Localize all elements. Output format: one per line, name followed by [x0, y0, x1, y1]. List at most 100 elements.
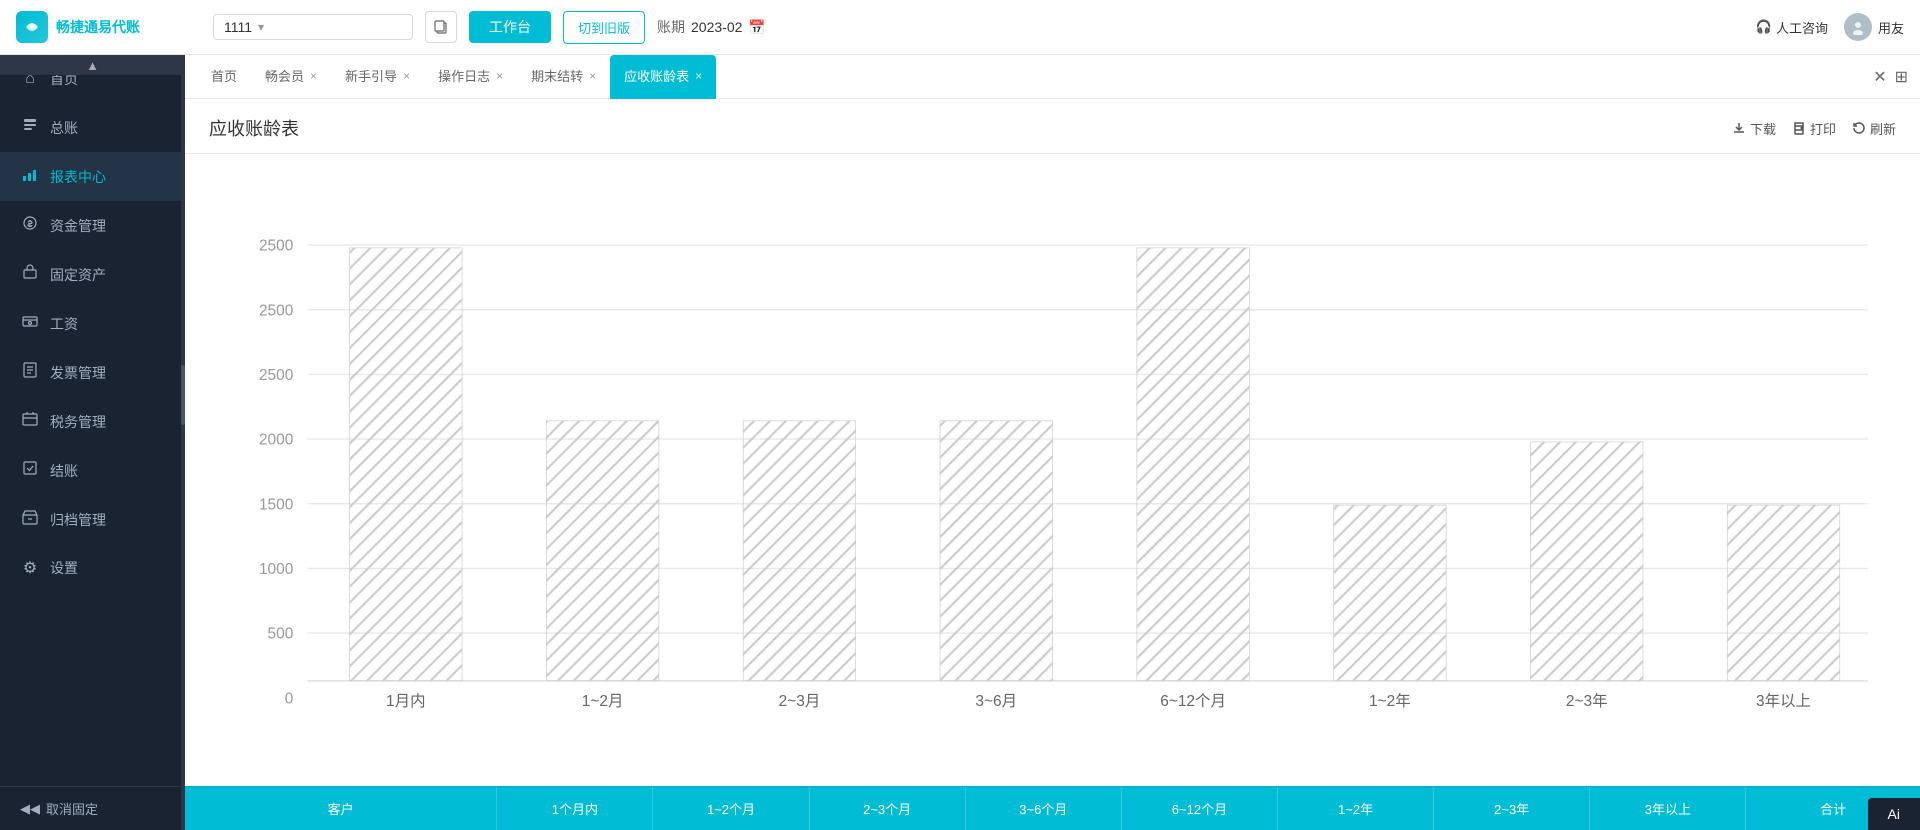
logo-text: 畅捷通易代账: [56, 17, 140, 37]
print-label: 打印: [1810, 119, 1836, 138]
ai-floating-button[interactable]: Ai: [1868, 798, 1920, 830]
user-area[interactable]: 用友: [1844, 13, 1904, 41]
svg-text:1月内: 1月内: [386, 692, 426, 710]
workbench-button[interactable]: 工作台: [469, 11, 551, 43]
table-footer-header: 客户1个月内1~2个月2~3个月3~6个月6~12个月1~2年2~3年3年以上合…: [185, 786, 1920, 830]
table-header-col: 1~2个月: [653, 787, 809, 830]
sidebar-item-reports[interactable]: 报表中心: [0, 152, 185, 201]
table-header-col: 客户: [185, 787, 497, 830]
tab-label-yearend: 期末结转: [531, 66, 583, 85]
main-layout: ▲ ⌂ 首页 总账 报表中心 资金管理 固: [0, 55, 1920, 830]
company-name: 1111: [224, 19, 252, 35]
ledger-icon: [20, 117, 40, 138]
tab-member[interactable]: 畅会员 ×: [251, 55, 331, 99]
close-all-button[interactable]: ✕: [1873, 67, 1886, 87]
close-icon[interactable]: ×: [695, 69, 702, 83]
archive-icon: [20, 509, 40, 530]
avatar: [1844, 13, 1872, 41]
table-header-col: 2~3年: [1434, 787, 1590, 830]
download-label: 下载: [1750, 119, 1776, 138]
svg-text:3~6月: 3~6月: [975, 693, 1017, 710]
reports-icon: [20, 166, 40, 187]
period-value: 2023-02: [691, 19, 742, 35]
sidebar-item-invoice[interactable]: 发票管理: [0, 348, 185, 397]
sidebar-item-salary[interactable]: 工资: [0, 299, 185, 348]
settings-icon: ⚙: [20, 558, 40, 578]
header-right: 🎧 人工咨询 用友: [1756, 13, 1904, 41]
svg-text:6~12个月: 6~12个月: [1160, 692, 1226, 710]
cancel-fixed-button[interactable]: ◀◀ 取消固定: [0, 786, 185, 830]
close-icon[interactable]: ×: [496, 69, 503, 83]
page-header: 应收账龄表 下载 打印 刷新: [185, 99, 1920, 154]
print-button[interactable]: 打印: [1792, 119, 1836, 138]
svg-text:2~3月: 2~3月: [779, 693, 821, 710]
tab-label-oplog: 操作日志: [438, 66, 490, 85]
chevron-down-icon: ▾: [258, 20, 264, 34]
tab-bar: 首页 畅会员 × 新手引导 × 操作日志 × 期末结转 × 应收账龄表 ×: [185, 55, 1920, 99]
consultation-button[interactable]: 🎧 人工咨询: [1756, 18, 1828, 37]
tab-label-home: 首页: [211, 66, 237, 85]
close-icon[interactable]: ×: [310, 69, 317, 83]
headset-icon: 🎧: [1756, 19, 1772, 35]
table-header-col: 1~2年: [1278, 787, 1434, 830]
period-label: 账期: [657, 17, 685, 37]
sidebar-item-settings[interactable]: ⚙ 设置: [0, 544, 185, 592]
svg-text:2000: 2000: [259, 432, 293, 449]
sidebar-item-ledger[interactable]: 总账: [0, 103, 185, 152]
sidebar-item-settlement[interactable]: 结账: [0, 446, 185, 495]
copy-button[interactable]: [425, 11, 457, 43]
table-header-col: 3~6个月: [966, 787, 1122, 830]
svg-text:1000: 1000: [259, 561, 293, 578]
assets-icon: [20, 264, 40, 285]
funds-icon: [20, 215, 40, 236]
svg-text:2500: 2500: [259, 302, 293, 319]
user-name: 用友: [1878, 18, 1904, 37]
sidebar-label-archive: 归档管理: [50, 510, 106, 530]
consultation-label: 人工咨询: [1776, 18, 1828, 37]
maximize-button[interactable]: ⊞: [1895, 67, 1908, 87]
sidebar-label-settings: 设置: [50, 558, 78, 578]
sidebar: ▲ ⌂ 首页 总账 报表中心 资金管理 固: [0, 55, 185, 830]
tax-icon: [20, 411, 40, 432]
close-icon[interactable]: ×: [589, 69, 596, 83]
sidebar-scroll-up[interactable]: ▲: [0, 55, 185, 75]
sidebar-label-tax: 税务管理: [50, 412, 106, 432]
page-content: 应收账龄表 下载 打印 刷新: [185, 99, 1920, 830]
table-header-col: 1个月内: [497, 787, 653, 830]
bar-chart: 2500 2500 2500 2000 1500 1000 500 0: [209, 170, 1896, 770]
svg-text:500: 500: [268, 626, 294, 643]
tab-label-member: 畅会员: [265, 66, 304, 85]
svg-text:1500: 1500: [259, 496, 293, 513]
sidebar-label-settlement: 结账: [50, 461, 78, 481]
content-area: 首页 畅会员 × 新手引导 × 操作日志 × 期末结转 × 应收账龄表 ×: [185, 55, 1920, 830]
sidebar-item-archive[interactable]: 归档管理: [0, 495, 185, 544]
tab-home[interactable]: 首页: [197, 55, 251, 99]
refresh-button[interactable]: 刷新: [1852, 119, 1896, 138]
tab-yearend[interactable]: 期末结转 ×: [517, 55, 610, 99]
switch-version-button[interactable]: 切到旧版: [563, 11, 645, 44]
page-actions: 下载 打印 刷新: [1732, 119, 1896, 138]
sidebar-label-funds: 资金管理: [50, 216, 106, 236]
refresh-label: 刷新: [1870, 119, 1896, 138]
tab-actions: ✕ ⊞: [1873, 67, 1908, 87]
svg-text:1~2年: 1~2年: [1369, 692, 1411, 710]
sidebar-item-funds[interactable]: 资金管理: [0, 201, 185, 250]
close-icon[interactable]: ×: [403, 69, 410, 83]
pin-icon: ◀◀: [20, 801, 40, 817]
table-header-col: 2~3个月: [810, 787, 966, 830]
sidebar-item-assets[interactable]: 固定资产: [0, 250, 185, 299]
tab-aging[interactable]: 应收账龄表 ×: [610, 55, 716, 99]
page-title: 应收账龄表: [209, 115, 299, 141]
download-button[interactable]: 下载: [1732, 119, 1776, 138]
svg-text:2~3年: 2~3年: [1566, 692, 1608, 710]
table-header-col: 3年以上: [1590, 787, 1746, 830]
company-selector[interactable]: 1111 ▾: [213, 14, 413, 40]
calendar-icon[interactable]: 📅: [748, 19, 765, 36]
settlement-icon: [20, 460, 40, 481]
sidebar-item-tax[interactable]: 税务管理: [0, 397, 185, 446]
sidebar-label-salary: 工资: [50, 314, 78, 334]
logo-area: 畅捷通易代账: [16, 11, 201, 43]
tab-guide[interactable]: 新手引导 ×: [331, 55, 424, 99]
svg-text:3年以上: 3年以上: [1756, 692, 1811, 710]
tab-oplog[interactable]: 操作日志 ×: [424, 55, 517, 99]
